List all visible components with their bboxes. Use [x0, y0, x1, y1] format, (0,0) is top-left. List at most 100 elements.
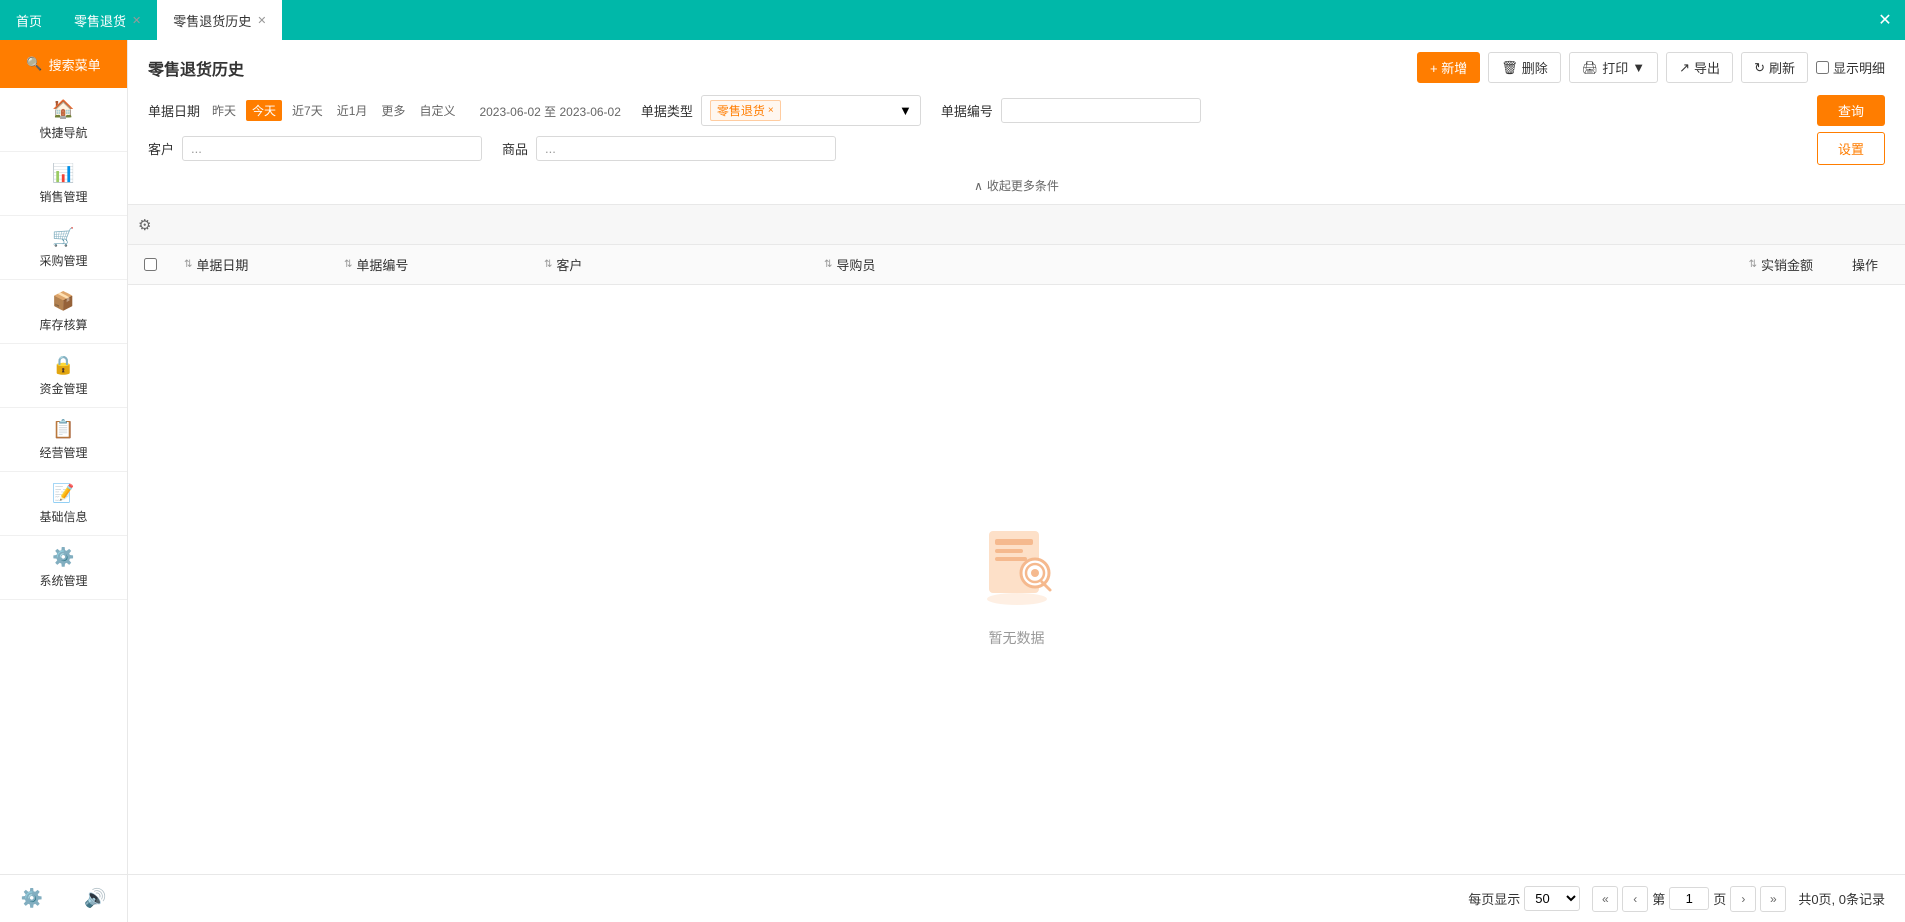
- table-body: 暂无数据: [128, 285, 1905, 874]
- sidebar-item-system[interactable]: ⚙️ 系统管理: [0, 536, 127, 600]
- system-icon: ⚙️: [52, 547, 74, 568]
- th-amount-label: 实销金额: [1761, 255, 1813, 274]
- settings-bottom-icon[interactable]: ⚙️: [21, 888, 43, 909]
- query-button[interactable]: 查询: [1817, 95, 1885, 126]
- last-page-button[interactable]: »: [1760, 886, 1786, 912]
- tab-retail-return[interactable]: 零售退货 ✕: [58, 0, 157, 40]
- sidebar-item-quick-nav[interactable]: 🏠 快捷导航: [0, 88, 127, 152]
- filter-date: 单据日期 昨天 今天 近7天 近1月 更多 自定义: [148, 100, 459, 121]
- query-set-group: 查询 设置: [1817, 95, 1885, 165]
- sidebar-item-purchase[interactable]: 🛒 采购管理: [0, 216, 127, 280]
- th-customer[interactable]: ⇅ 客户: [532, 255, 812, 274]
- sidebar-search[interactable]: 🔍 搜索菜单: [0, 40, 127, 88]
- th-op: 操作: [1825, 255, 1905, 274]
- date-opt-1month[interactable]: 近1月: [333, 100, 372, 121]
- page-size-select: 每页显示 10 20 50 100: [1468, 886, 1580, 911]
- empty-text: 暂无数据: [989, 628, 1045, 648]
- sidebar-item-finance[interactable]: 🔒 资金管理: [0, 344, 127, 408]
- goods-select[interactable]: ...: [536, 136, 836, 161]
- prev-page-button[interactable]: ‹: [1622, 886, 1648, 912]
- per-page-label: 每页显示: [1468, 889, 1520, 908]
- refresh-label: 刷新: [1769, 58, 1795, 77]
- date-opt-custom[interactable]: 自定义: [415, 100, 459, 121]
- doc-type-value: 零售退货 ×: [710, 100, 893, 121]
- show-detail-checkbox[interactable]: 显示明细: [1816, 58, 1885, 77]
- tab-retail-return-close[interactable]: ✕: [132, 14, 141, 27]
- sidebar-item-operations[interactable]: 📋 经营管理: [0, 408, 127, 472]
- page-unit: 页: [1713, 889, 1726, 908]
- sidebar-nav: 🏠 快捷导航 📊 销售管理 🛒 采购管理 📦 库存核算 🔒 资金管理 📋: [0, 88, 127, 874]
- sidebar-item-sales[interactable]: 📊 销售管理: [0, 152, 127, 216]
- th-guide[interactable]: ⇅ 导购员: [812, 255, 1685, 274]
- filter-row-2: 客户 ... 商品 ...: [148, 136, 1885, 161]
- per-page-selector[interactable]: 10 20 50 100: [1524, 886, 1580, 911]
- tab-retail-return-label: 零售退货: [74, 11, 126, 30]
- tab-home[interactable]: 首页: [0, 0, 58, 40]
- sidebar-bottom: ⚙️ 🔊: [0, 874, 127, 922]
- sidebar-item-basic-info[interactable]: 📝 基础信息: [0, 472, 127, 536]
- th-customer-label: 客户: [556, 255, 582, 274]
- home-icon: 🏠: [52, 99, 74, 120]
- first-page-button[interactable]: «: [1592, 886, 1618, 912]
- sidebar-search-label: 搜索菜单: [49, 55, 101, 74]
- export-icon: ↗: [1679, 60, 1690, 76]
- page-label: 第: [1652, 889, 1665, 908]
- export-label: 导出: [1694, 58, 1720, 77]
- table-header: ⇅ 单据日期 ⇅ 单据编号 ⇅ 客户 ⇅ 导购员: [128, 245, 1905, 285]
- th-guide-label: 导购员: [836, 255, 875, 274]
- select-all-checkbox[interactable]: [144, 258, 157, 271]
- th-date[interactable]: ⇅ 单据日期: [172, 255, 332, 274]
- set-button[interactable]: 设置: [1817, 132, 1885, 165]
- filter-date-range: 2023-06-02 至 2023-06-02: [479, 101, 620, 120]
- page-input[interactable]: [1669, 887, 1709, 910]
- customer-select[interactable]: ...: [182, 136, 482, 161]
- show-detail-input[interactable]: [1816, 61, 1829, 74]
- doc-type-select[interactable]: 零售退货 × ▼: [701, 95, 921, 126]
- filter-area: 单据日期 昨天 今天 近7天 近1月 更多 自定义 2023-06-02 至 2…: [148, 95, 1885, 204]
- collapse-bar[interactable]: ∧ 收起更多条件: [148, 171, 1885, 204]
- refresh-button[interactable]: ↻ 刷新: [1741, 52, 1808, 83]
- date-opt-more[interactable]: 更多: [377, 100, 409, 121]
- sidebar-item-inventory[interactable]: 📦 库存核算: [0, 280, 127, 344]
- tab-retail-return-history-close[interactable]: ✕: [257, 14, 266, 27]
- sort-date-icon: ⇅: [184, 259, 192, 270]
- tab-retail-return-history-label: 零售退货历史: [173, 11, 251, 30]
- sidebar-item-finance-label: 资金管理: [39, 380, 87, 397]
- collapse-label: 收起更多条件: [987, 177, 1059, 194]
- tab-retail-return-history[interactable]: 零售退货历史 ✕: [157, 0, 282, 40]
- delete-button[interactable]: 🗑 删除: [1488, 52, 1561, 83]
- date-opt-7days[interactable]: 近7天: [288, 100, 327, 121]
- date-options: 昨天 今天 近7天 近1月 更多 自定义: [208, 100, 459, 121]
- sales-icon: 📊: [52, 163, 74, 184]
- toolbar-buttons: + 新增 🗑 删除 🖨 打印 ▼ ↗ 导出 ↻: [1417, 52, 1885, 83]
- print-icon: 🖨: [1582, 60, 1599, 76]
- next-page-button[interactable]: ›: [1730, 886, 1756, 912]
- new-button[interactable]: + 新增: [1417, 52, 1480, 83]
- finance-icon: 🔒: [52, 355, 74, 376]
- tab-list: 首页 零售退货 ✕ 零售退货历史 ✕: [0, 0, 1865, 40]
- total-info: 共0页, 0条记录: [1798, 889, 1885, 908]
- th-doc-num[interactable]: ⇅ 单据编号: [332, 255, 532, 274]
- th-amount[interactable]: ⇅ 实销金额: [1685, 255, 1825, 274]
- print-button[interactable]: 🖨 打印 ▼: [1569, 52, 1658, 83]
- customer-placeholder: ...: [191, 141, 202, 156]
- date-opt-today[interactable]: 今天: [246, 100, 282, 121]
- content-area: 零售退货历史 + 新增 🗑 删除 🖨 打印 ▼ ↗ 导出: [128, 40, 1905, 922]
- audio-bottom-icon[interactable]: 🔊: [84, 888, 106, 909]
- goods-label: 商品: [502, 139, 528, 158]
- filter-row-1: 单据日期 昨天 今天 近7天 近1月 更多 自定义 2023-06-02 至 2…: [148, 95, 1885, 126]
- doc-type-tag-close[interactable]: ×: [768, 105, 774, 116]
- basic-info-icon: 📝: [52, 483, 74, 504]
- window-close-button[interactable]: ✕: [1865, 0, 1905, 40]
- date-opt-yesterday[interactable]: 昨天: [208, 100, 240, 121]
- print-dropdown-icon: ▼: [1632, 60, 1645, 75]
- operations-icon: 📋: [52, 419, 74, 440]
- export-button[interactable]: ↗ 导出: [1666, 52, 1733, 83]
- filter-doc-type: 单据类型 零售退货 × ▼: [641, 95, 921, 126]
- table-toolbar: ⚙: [128, 205, 1905, 245]
- pagination-bar: 每页显示 10 20 50 100 « ‹ 第 页 › »: [128, 874, 1905, 922]
- page-title-row: 零售退货历史 + 新增 🗑 删除 🖨 打印 ▼ ↗ 导出: [148, 52, 1885, 83]
- doc-num-input[interactable]: [1001, 98, 1201, 123]
- th-checkbox: [128, 258, 172, 271]
- table-settings-icon[interactable]: ⚙: [138, 216, 151, 234]
